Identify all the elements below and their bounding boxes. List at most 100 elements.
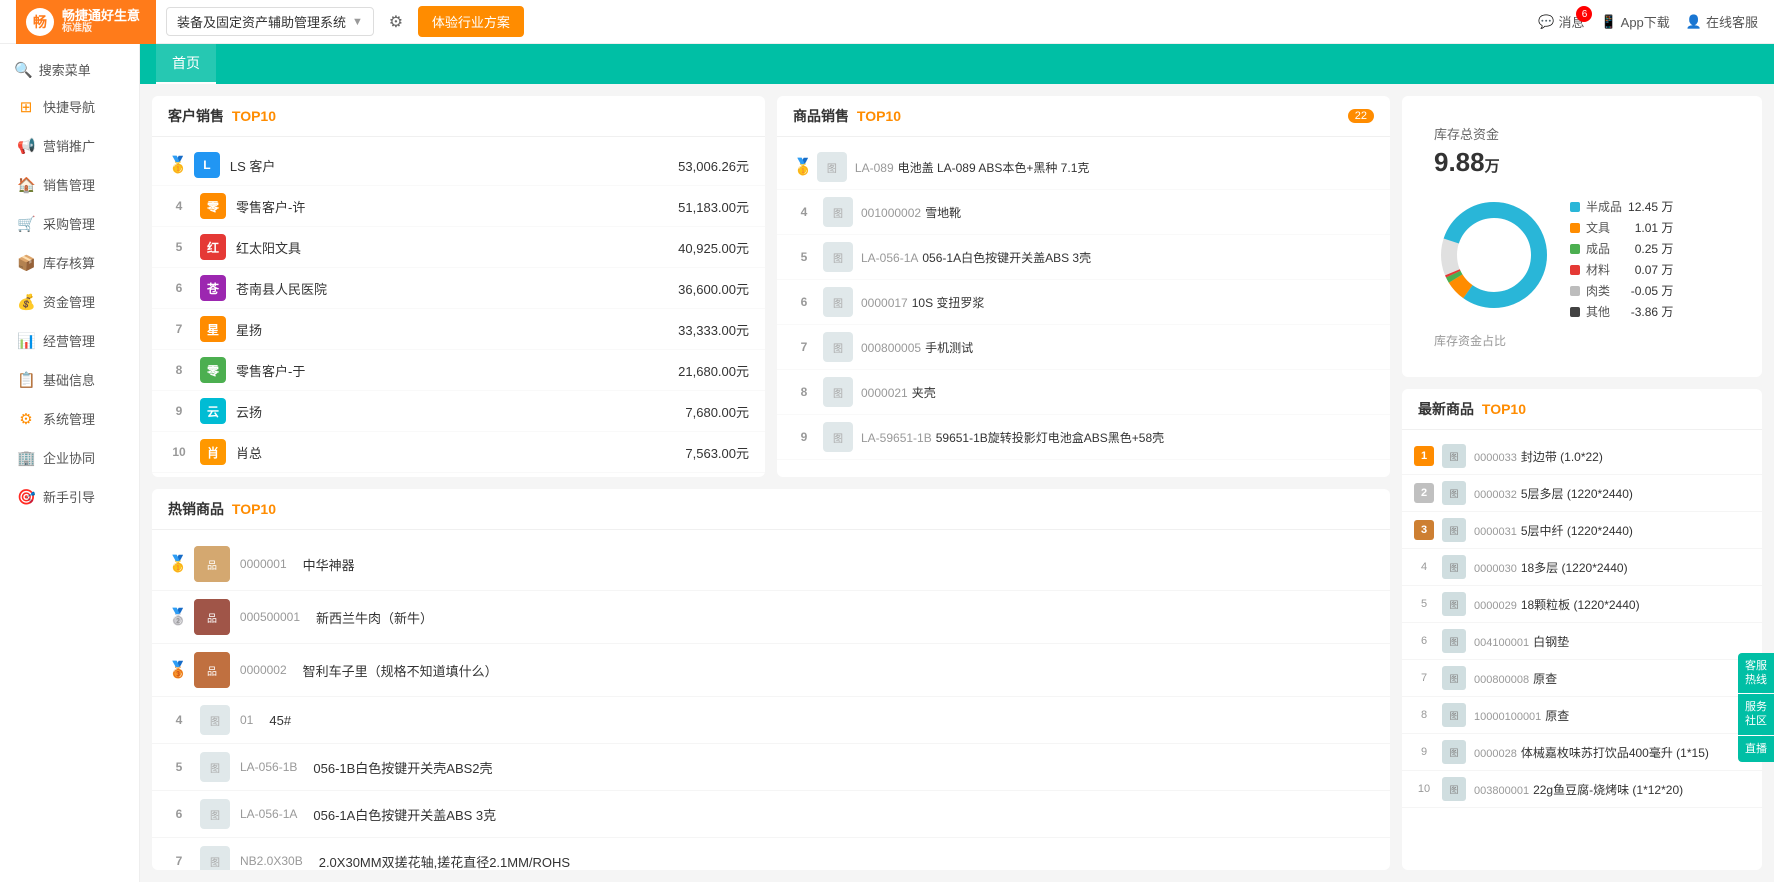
sidebar-item-label: 库存核算 xyxy=(43,253,95,272)
rank-badge: 8 xyxy=(1414,705,1434,725)
marketing-icon: 📢 xyxy=(17,137,35,155)
rank-num: 6 xyxy=(168,803,190,825)
product-thumb: 图 xyxy=(1442,777,1466,801)
sidebar-item-beginner[interactable]: 🎯 新手引导 xyxy=(0,477,139,516)
logo-main-text: 畅捷通好生意 xyxy=(62,8,140,24)
system-name-label: 装备及固定资产辅助管理系统 xyxy=(177,12,346,31)
tab-home[interactable]: 首页 xyxy=(156,44,216,84)
sidebar-item-finance[interactable]: 💰 资金管理 xyxy=(0,282,139,321)
list-item: 10 图 00380000122g鱼豆腐-烧烤味 (1*12*20) xyxy=(1402,771,1762,808)
customer-service-hotline-button[interactable]: 客服热线 xyxy=(1738,653,1774,694)
legend-color-dot xyxy=(1570,286,1580,296)
sidebar-item-sales[interactable]: 🏠 销售管理 xyxy=(0,165,139,204)
logo-icon: 畅 xyxy=(26,8,54,36)
product-thumb: 图 xyxy=(200,705,230,735)
inventory-title: 库存总资金 xyxy=(1434,124,1730,143)
sidebar-item-enterprise[interactable]: 🏢 企业协同 xyxy=(0,438,139,477)
product-sales-top10-card: 商品销售 TOP10 22 🥇 图 LA-089电池盖 LA-089 ABS本色… xyxy=(777,96,1390,477)
settings-icon[interactable]: ⚙ xyxy=(382,8,410,36)
rank-num: 5 xyxy=(168,236,190,258)
sidebar-item-label: 基础信息 xyxy=(43,370,95,389)
purchase-icon: 🛒 xyxy=(17,215,35,233)
chart-bottom-label: 库存资金占比 xyxy=(1434,332,1730,349)
list-item: 3 图 00000315层中纤 (1220*2440) xyxy=(1402,512,1762,549)
sys-mgmt-icon: ⚙ xyxy=(17,410,35,428)
app-download-button[interactable]: 📱 App下载 xyxy=(1600,12,1669,31)
rank-num: 9 xyxy=(793,426,815,448)
product-thumb: 图 xyxy=(823,197,853,227)
product-thumb: 图 xyxy=(823,242,853,272)
search-icon: 🔍 xyxy=(14,61,33,79)
list-item: 4 图 01 45# xyxy=(152,697,1390,744)
rank-num: 6 xyxy=(168,277,190,299)
service-community-button[interactable]: 服务社区 xyxy=(1738,694,1774,735)
avatar: 肖 xyxy=(200,439,226,465)
product-thumb: 图 xyxy=(1442,629,1466,653)
search-menu-button[interactable]: 🔍 搜索菜单 xyxy=(0,52,139,87)
inventory-amount: 9.88万 xyxy=(1434,147,1730,178)
donut-chart xyxy=(1434,195,1554,315)
product-thumb: 图 xyxy=(1442,666,1466,690)
avatar: L xyxy=(194,152,220,178)
product-sales-body: 🥇 图 LA-089电池盖 LA-089 ABS本色+黑种 7.1克 4 图 0… xyxy=(777,137,1390,468)
list-item: 9 图 0000028体械嘉枚味苏打饮品400毫升 (1*15) xyxy=(1402,734,1762,771)
table-row: 9 云 云扬 7,680.00元 xyxy=(152,391,765,432)
list-item: 8 图 10000100001原查 xyxy=(1402,697,1762,734)
medal-icon: 🥇 xyxy=(168,554,188,574)
sidebar-item-purchase[interactable]: 🛒 采购管理 xyxy=(0,204,139,243)
inventory-chart-area: 半成品 12.45 万 文具 1.01 万 xyxy=(1434,190,1730,320)
avatar: 红 xyxy=(200,234,226,260)
customer-top10-header: 客户销售 TOP10 xyxy=(152,96,765,137)
trial-button[interactable]: 体验行业方案 xyxy=(418,6,524,37)
table-row: 7 图 000800005手机测试 xyxy=(777,325,1390,370)
legend-color-dot xyxy=(1570,307,1580,317)
sidebar-item-basic-info[interactable]: 📋 基础信息 xyxy=(0,360,139,399)
product-thumb: 图 xyxy=(200,752,230,782)
list-item: 5 图 000002918颗粒板 (1220*2440) xyxy=(1402,586,1762,623)
product-thumb: 图 xyxy=(1442,555,1466,579)
table-row: 4 零 零售客户-许 51,183.00元 xyxy=(152,186,765,227)
sidebar-item-label: 快捷导航 xyxy=(43,97,95,116)
rank-badge: 3 xyxy=(1414,520,1434,540)
online-service-button[interactable]: 👤 在线客服 xyxy=(1686,12,1758,31)
product-thumb: 品 xyxy=(194,546,230,582)
sales-icon: 🏠 xyxy=(17,176,35,194)
sidebar-item-operations[interactable]: 📊 经营管理 xyxy=(0,321,139,360)
message-icon: 💬 xyxy=(1538,14,1554,30)
list-item: 🥈 品 000500001 新西兰牛肉（新牛） xyxy=(152,591,1390,644)
rank-num: 8 xyxy=(168,359,190,381)
message-button[interactable]: 💬 消息 6 xyxy=(1538,12,1584,31)
enterprise-icon: 🏢 xyxy=(17,449,35,467)
chart-legend: 半成品 12.45 万 文具 1.01 万 xyxy=(1570,198,1673,320)
svg-text:品: 品 xyxy=(207,613,217,625)
product-sales-title: 商品销售 TOP10 xyxy=(793,106,901,126)
avatar: 苍 xyxy=(200,275,226,301)
rank-num: 4 xyxy=(168,195,190,217)
float-service-panel: 客服热线 服务社区 直播 xyxy=(1738,653,1774,762)
table-row: 6 图 000001710S 变扭罗浆 xyxy=(777,280,1390,325)
sidebar-item-sys-mgmt[interactable]: ⚙ 系统管理 xyxy=(0,399,139,438)
table-row: 5 红 红太阳文具 40,925.00元 xyxy=(152,227,765,268)
service-icon: 👤 xyxy=(1686,14,1702,30)
rank-badge: 2 xyxy=(1414,483,1434,503)
sidebar-item-inventory[interactable]: 📦 库存核算 xyxy=(0,243,139,282)
svg-text:品: 品 xyxy=(207,666,217,678)
sidebar-item-marketing[interactable]: 📢 营销推广 xyxy=(0,126,139,165)
list-item: 5 图 LA-056-1B 056-1B白色按键开关壳ABS2壳 xyxy=(152,744,1390,791)
latest-products-card: 最新商品 TOP10 1 图 0000033封边带 (1.0*22) 2 图 xyxy=(1402,389,1762,870)
system-selector[interactable]: 装备及固定资产辅助管理系统 ▼ xyxy=(166,7,374,36)
sidebar-item-label: 资金管理 xyxy=(43,292,95,311)
sidebar-item-label: 采购管理 xyxy=(43,214,95,233)
rank-num: 6 xyxy=(793,291,815,313)
list-item: 🥇 品 0000001 中华神器 xyxy=(152,538,1390,591)
sidebar-item-quick-nav[interactable]: ⊞ 快捷导航 xyxy=(0,87,139,126)
live-broadcast-button[interactable]: 直播 xyxy=(1738,736,1774,762)
rank-badge: 1 xyxy=(1414,446,1434,466)
list-item: 4 图 000003018多层 (1220*2440) xyxy=(1402,549,1762,586)
legend-item: 成品 0.25 万 xyxy=(1570,240,1673,257)
product-thumb: 图 xyxy=(1442,592,1466,616)
inventory-icon: 📦 xyxy=(17,254,35,272)
rank-badge: 10 xyxy=(1414,779,1434,799)
table-row: 8 图 0000021夹壳 xyxy=(777,370,1390,415)
product-thumb: 图 xyxy=(823,332,853,362)
